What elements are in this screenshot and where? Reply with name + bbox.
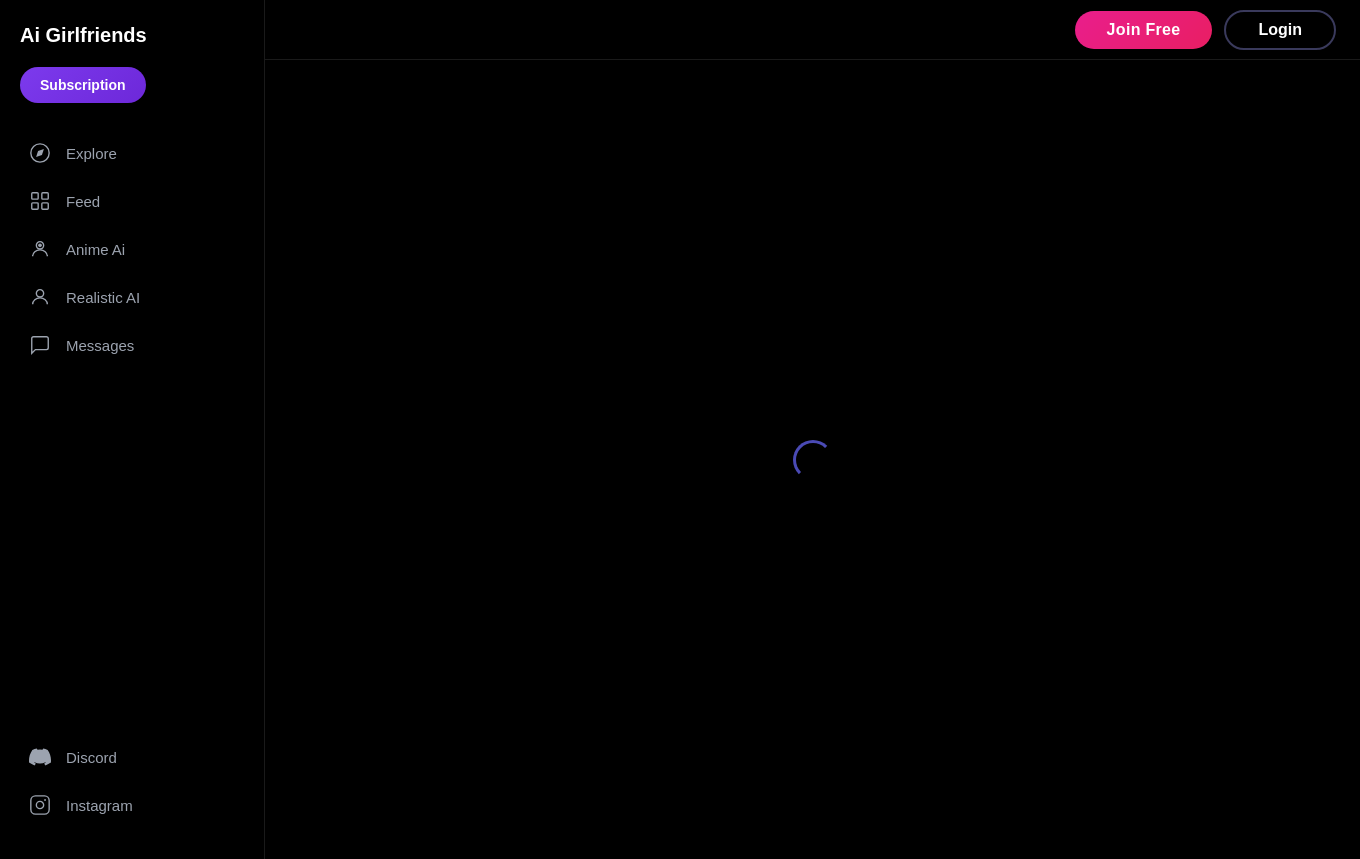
sidebar-item-explore[interactable]: Explore xyxy=(20,131,244,175)
realistic-icon xyxy=(28,285,52,309)
sidebar-item-label: Instagram xyxy=(66,797,133,814)
sidebar-item-instagram[interactable]: Instagram xyxy=(20,783,244,827)
social-section: Discord Instagram xyxy=(20,735,244,843)
sidebar-item-realistic-ai[interactable]: Realistic AI xyxy=(20,275,244,319)
loading-spinner xyxy=(793,440,833,480)
top-header: Join Free Login xyxy=(265,0,1360,60)
sidebar-item-label: Discord xyxy=(66,749,117,766)
sidebar-item-label: Anime Ai xyxy=(66,241,125,258)
sidebar-item-label: Explore xyxy=(66,145,117,162)
anime-icon xyxy=(28,237,52,261)
feed-icon xyxy=(28,189,52,213)
sidebar-item-label: Feed xyxy=(66,193,100,210)
app-logo: Ai Girlfriends xyxy=(20,16,244,67)
instagram-icon xyxy=(28,793,52,817)
svg-rect-3 xyxy=(42,193,48,199)
messages-icon xyxy=(28,333,52,357)
sidebar-item-discord[interactable]: Discord xyxy=(20,735,244,779)
sidebar: Ai Girlfriends Subscription Explore xyxy=(0,0,265,859)
discord-icon xyxy=(28,745,52,769)
compass-icon xyxy=(28,141,52,165)
main-content: Join Free Login xyxy=(265,0,1360,859)
svg-point-8 xyxy=(36,290,43,297)
nav-items: Explore Feed An xyxy=(20,131,244,735)
sidebar-item-anime-ai[interactable]: Anime Ai xyxy=(20,227,244,271)
subscription-button[interactable]: Subscription xyxy=(20,67,146,103)
svg-point-10 xyxy=(36,801,43,808)
sidebar-item-label: Messages xyxy=(66,337,134,354)
svg-rect-5 xyxy=(42,203,48,209)
join-free-button[interactable]: Join Free xyxy=(1075,11,1213,49)
content-area xyxy=(265,60,1360,859)
login-button[interactable]: Login xyxy=(1224,10,1336,50)
svg-rect-4 xyxy=(32,203,38,209)
svg-marker-1 xyxy=(36,149,44,157)
svg-point-7 xyxy=(38,244,42,248)
sidebar-item-label: Realistic AI xyxy=(66,289,140,306)
svg-rect-2 xyxy=(32,193,38,199)
svg-rect-9 xyxy=(31,796,49,814)
sidebar-item-messages[interactable]: Messages xyxy=(20,323,244,367)
svg-point-11 xyxy=(44,799,46,801)
sidebar-item-feed[interactable]: Feed xyxy=(20,179,244,223)
